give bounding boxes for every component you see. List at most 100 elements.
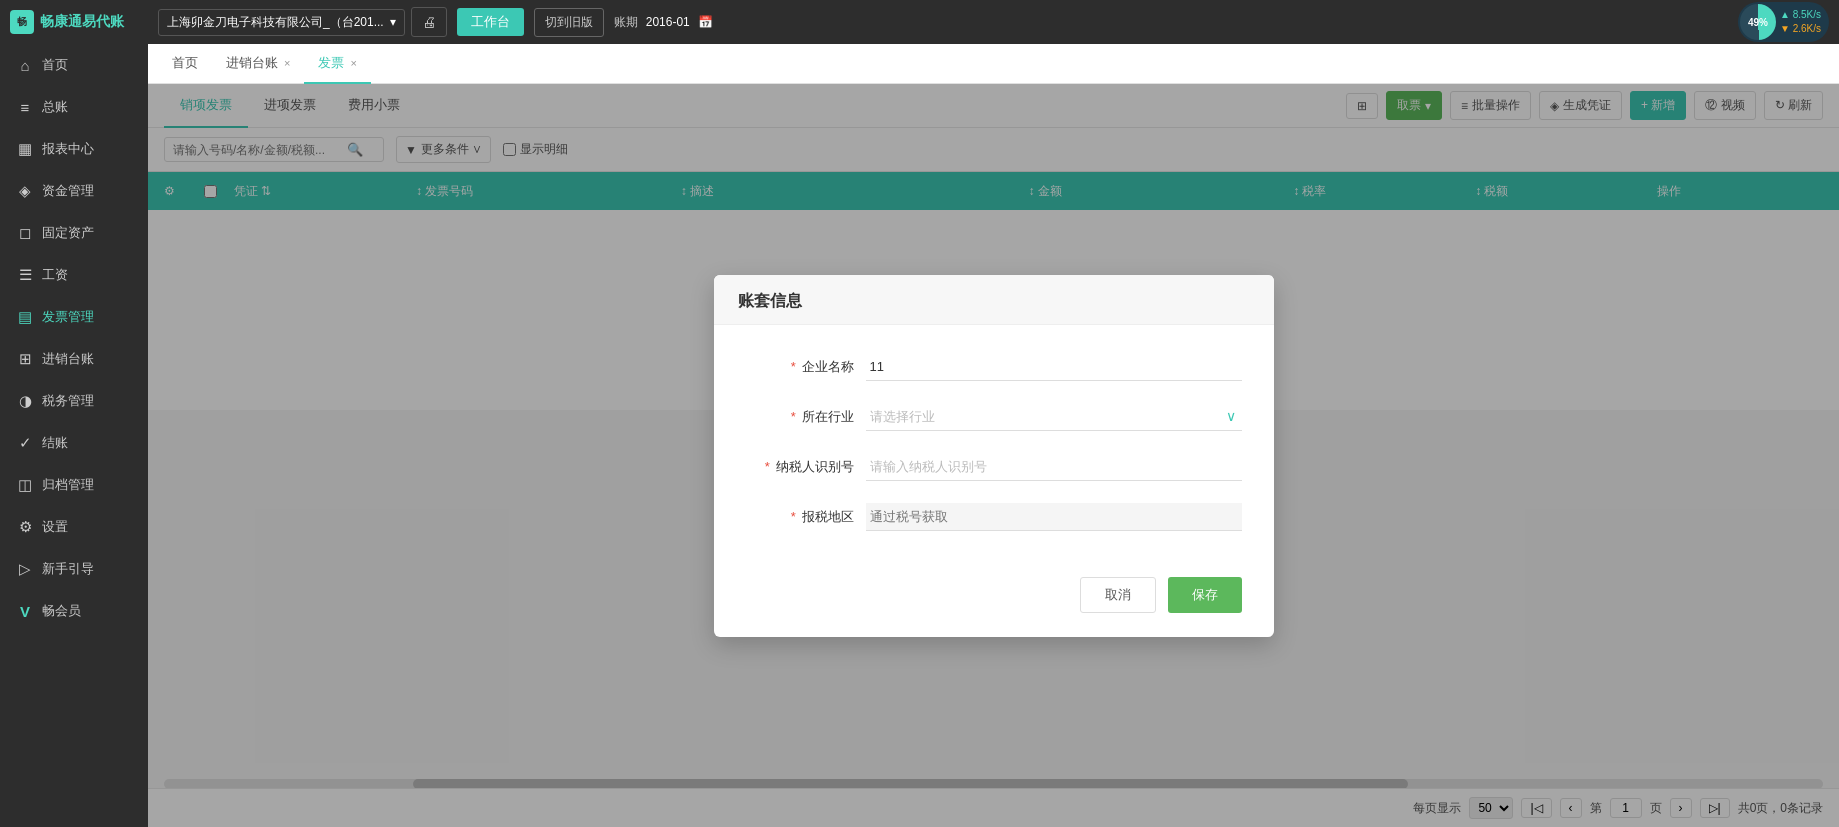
download-speed: ▼ 2.6K/s	[1780, 22, 1821, 36]
speed-text: ▲ 8.5K/s ▼ 2.6K/s	[1780, 8, 1821, 36]
tax-icon: ◑	[16, 392, 34, 410]
old-version-button[interactable]: 切到旧版	[534, 8, 604, 37]
tax-id-input[interactable]	[866, 453, 1242, 481]
sidebar-label-report: 报表中心	[42, 140, 94, 158]
sidebar-item-guide[interactable]: ▷ 新手引导	[0, 548, 148, 590]
required-star-3: *	[765, 459, 770, 474]
industry-label: * 所在行业	[746, 408, 866, 426]
modal-box: 账套信息 * 企业名称	[714, 275, 1274, 637]
sidebar-label-guide: 新手引导	[42, 560, 94, 578]
modal-title-bar: 账套信息	[714, 275, 1274, 325]
logo-icon: 畅	[10, 10, 34, 34]
content-area: 首页 进销台账 × 发票 × 销项发票 进项发票	[148, 44, 1839, 827]
guide-icon: ▷	[16, 560, 34, 578]
sidebar-item-assets[interactable]: ◻ 固定资产	[0, 212, 148, 254]
form-row-tax-region: * 报税地区	[746, 503, 1242, 531]
tab-invoice[interactable]: 发票 ×	[304, 44, 370, 84]
modal-overlay: 账套信息 * 企业名称	[148, 84, 1839, 827]
sidebar-item-invoice[interactable]: ▤ 发票管理	[0, 296, 148, 338]
assets-icon: ◻	[16, 224, 34, 242]
home-icon: ⌂	[16, 57, 34, 74]
required-star: *	[791, 359, 796, 374]
header-center: 工作台 切到旧版 账期 2016-01 📅	[457, 8, 713, 37]
sidebar-item-home[interactable]: ⌂ 首页	[0, 44, 148, 86]
logo-text: 畅康通易代账	[40, 13, 124, 31]
account-period: 账期 2016-01 📅	[614, 14, 713, 31]
sidebar-label-payroll: 工资	[42, 266, 68, 284]
top-header: 畅 畅康通易代账 上海卯金刀电子科技有限公司_（台201... ▾ 🖨 工作台 …	[0, 0, 1839, 44]
tab-home[interactable]: 首页	[158, 44, 212, 84]
speed-indicator: 49% ▲ 8.5K/s ▼ 2.6K/s	[1738, 2, 1829, 42]
industry-label-text: 所在行业	[802, 409, 854, 424]
tax-id-label: * 纳税人识别号	[746, 458, 866, 476]
period-label: 账期	[614, 14, 638, 31]
save-button[interactable]: 保存	[1168, 577, 1242, 613]
print-icon-btn[interactable]: 🖨	[411, 7, 447, 37]
tax-id-label-text: 纳税人识别号	[776, 459, 854, 474]
payroll-icon: ☰	[16, 266, 34, 284]
tab-invoice-label: 发票	[318, 54, 344, 72]
invoice-icon: ▤	[16, 308, 34, 326]
modal-title: 账套信息	[738, 292, 802, 309]
sidebar-item-ledger[interactable]: ≡ 总账	[0, 86, 148, 128]
sidebar: ⌂ 首页 ≡ 总账 ▦ 报表中心 ◈ 资金管理 ◻ 固定资产 ☰ 工资 ▤ 发票…	[0, 44, 148, 827]
company-name-input[interactable]	[866, 353, 1242, 381]
company-dropdown-icon: ▾	[390, 15, 396, 29]
sidebar-item-archive[interactable]: ◫ 归档管理	[0, 464, 148, 506]
tab-inout[interactable]: 进销台账 ×	[212, 44, 304, 84]
sidebar-label-ledger: 总账	[42, 98, 68, 116]
industry-select-wrap[interactable]: 请选择行业 ∨	[866, 403, 1242, 431]
company-selector[interactable]: 上海卯金刀电子科技有限公司_（台201... ▾	[158, 9, 405, 36]
form-row-company: * 企业名称	[746, 353, 1242, 381]
tab-inout-label: 进销台账	[226, 54, 278, 72]
report-icon: ▦	[16, 140, 34, 158]
form-row-industry: * 所在行业 请选择行业 ∨	[746, 403, 1242, 431]
sidebar-item-tax[interactable]: ◑ 税务管理	[0, 380, 148, 422]
app-logo: 畅 畅康通易代账	[10, 10, 158, 34]
main-layout: ⌂ 首页 ≡ 总账 ▦ 报表中心 ◈ 资金管理 ◻ 固定资产 ☰ 工资 ▤ 发票…	[0, 44, 1839, 827]
company-name-label: * 企业名称	[746, 358, 866, 376]
modal-body: * 企业名称 * 所在行业	[714, 325, 1274, 577]
finance-icon: ◈	[16, 182, 34, 200]
cancel-button[interactable]: 取消	[1080, 577, 1156, 613]
close-account-icon: ✓	[16, 434, 34, 452]
tab-home-label: 首页	[172, 54, 198, 72]
settings-icon: ⚙	[16, 518, 34, 536]
company-label-text: 企业名称	[802, 359, 854, 374]
tab-invoice-close[interactable]: ×	[350, 57, 356, 69]
inout-icon: ⊞	[16, 350, 34, 368]
sidebar-label-close: 结账	[42, 434, 68, 452]
sidebar-item-vip[interactable]: V 畅会员	[0, 590, 148, 632]
tab-inout-close[interactable]: ×	[284, 57, 290, 69]
sidebar-item-report[interactable]: ▦ 报表中心	[0, 128, 148, 170]
sidebar-item-settings[interactable]: ⚙ 设置	[0, 506, 148, 548]
speed-percent-text: 49%	[1748, 17, 1768, 28]
sidebar-item-inout[interactable]: ⊞ 进销台账	[0, 338, 148, 380]
period-value: 2016-01	[646, 15, 690, 29]
sidebar-label-tax: 税务管理	[42, 392, 94, 410]
sidebar-label-invoice: 发票管理	[42, 308, 94, 326]
tax-region-label-text: 报税地区	[802, 509, 854, 524]
sidebar-item-close[interactable]: ✓ 结账	[0, 422, 148, 464]
sidebar-item-payroll[interactable]: ☰ 工资	[0, 254, 148, 296]
modal-footer: 取消 保存	[714, 577, 1274, 637]
sidebar-item-finance[interactable]: ◈ 资金管理	[0, 170, 148, 212]
upload-speed: ▲ 8.5K/s	[1780, 8, 1821, 22]
sidebar-label-finance: 资金管理	[42, 182, 94, 200]
tax-region-label: * 报税地区	[746, 508, 866, 526]
calendar-icon[interactable]: 📅	[698, 15, 713, 29]
tax-region-input	[866, 503, 1242, 531]
industry-select[interactable]: 请选择行业	[866, 403, 1242, 430]
tab-bar: 首页 进销台账 × 发票 ×	[148, 44, 1839, 84]
vip-icon: V	[16, 603, 34, 620]
required-star-4: *	[791, 509, 796, 524]
speed-circle: 49%	[1740, 4, 1776, 40]
workbench-button[interactable]: 工作台	[457, 8, 524, 36]
sidebar-label-inout: 进销台账	[42, 350, 94, 368]
page-content: 销项发票 进项发票 费用小票 ⊞ 取票	[148, 84, 1839, 827]
ledger-icon: ≡	[16, 99, 34, 116]
sidebar-label-home: 首页	[42, 56, 68, 74]
sidebar-label-archive: 归档管理	[42, 476, 94, 494]
sidebar-label-settings: 设置	[42, 518, 68, 536]
sidebar-label-vip: 畅会员	[42, 602, 81, 620]
